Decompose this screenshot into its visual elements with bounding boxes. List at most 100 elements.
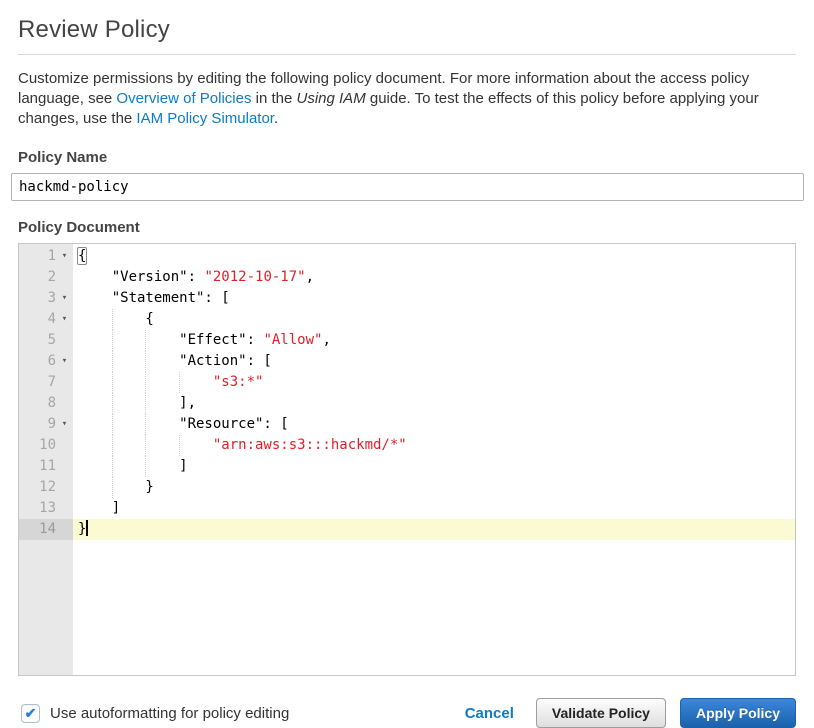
- gutter-row: 8: [19, 393, 73, 414]
- header-divider: [18, 54, 796, 55]
- editor-line[interactable]: ]: [73, 498, 795, 519]
- autoformat-option: ✔ Use autoformatting for policy editing: [21, 704, 289, 723]
- code-token: {: [78, 311, 154, 327]
- review-policy-page: Review Policy Customize permissions by e…: [0, 0, 814, 728]
- line-number: 6: [19, 351, 56, 372]
- editor-line[interactable]: ]: [73, 456, 795, 477]
- editor-gutter: 1▾23▾4▾56▾789▾1011121314: [19, 244, 73, 675]
- indent-guide: [112, 414, 113, 435]
- code-token: "Resource": [: [78, 416, 289, 432]
- indent-guide: [112, 393, 113, 414]
- code-token: ]: [78, 500, 120, 516]
- editor-line[interactable]: "s3:*": [73, 372, 795, 393]
- footer-bar: ✔ Use autoformatting for policy editing …: [18, 698, 796, 728]
- code-token: "Statement": [: [78, 290, 230, 306]
- indent-guide: [179, 372, 180, 393]
- indent-guide: [112, 456, 113, 477]
- code-token: "Effect":: [78, 332, 263, 348]
- fold-arrow-icon[interactable]: ▾: [56, 309, 73, 330]
- policy-name-input[interactable]: [11, 173, 804, 201]
- line-number: 7: [19, 372, 56, 393]
- iam-policy-simulator-link[interactable]: IAM Policy Simulator: [136, 110, 274, 127]
- gutter-row: 14: [19, 519, 73, 540]
- intro-text-part4: .: [274, 110, 278, 127]
- indent-guide: [145, 435, 146, 456]
- editor-line[interactable]: "Version": "2012-10-17",: [73, 267, 795, 288]
- string-token: "arn:aws:s3:::hackmd/*": [213, 437, 407, 453]
- indent-guide: [145, 351, 146, 372]
- code-token: ]: [78, 458, 188, 474]
- gutter-row: 7: [19, 372, 73, 393]
- validate-policy-button[interactable]: Validate Policy: [536, 698, 666, 728]
- indent-guide: [112, 309, 113, 330]
- gutter-row: 6▾: [19, 351, 73, 372]
- editor-line[interactable]: ],: [73, 393, 795, 414]
- line-number: 9: [19, 414, 56, 435]
- code-token: }: [78, 521, 86, 537]
- overview-of-policies-link[interactable]: Overview of Policies: [116, 90, 251, 107]
- code-token: "Version":: [78, 269, 204, 285]
- editor-line[interactable]: "Effect": "Allow",: [73, 330, 795, 351]
- gutter-row: 1▾: [19, 246, 73, 267]
- indent-guide: [145, 414, 146, 435]
- indent-guide: [112, 477, 113, 498]
- apply-policy-button[interactable]: Apply Policy: [680, 698, 796, 728]
- indent-guide: [145, 372, 146, 393]
- fold-arrow-icon[interactable]: ▾: [56, 246, 73, 267]
- page-title: Review Policy: [18, 16, 796, 44]
- editor-line[interactable]: "arn:aws:s3:::hackmd/*": [73, 435, 795, 456]
- line-number: 4: [19, 309, 56, 330]
- line-number: 1: [19, 246, 56, 267]
- matched-bracket: {: [78, 248, 86, 264]
- policy-document-editor[interactable]: 1▾23▾4▾56▾789▾1011121314 { "Version": "2…: [18, 243, 796, 676]
- string-token: "2012-10-17": [204, 269, 305, 285]
- line-number: 11: [19, 456, 56, 477]
- editor-line[interactable]: "Statement": [: [73, 288, 795, 309]
- code-token: "Action": [: [78, 353, 272, 369]
- line-number: 12: [19, 477, 56, 498]
- line-number: 5: [19, 330, 56, 351]
- footer-actions: Cancel Validate Policy Apply Policy: [465, 698, 796, 728]
- text-cursor: [86, 520, 88, 536]
- line-number: 2: [19, 267, 56, 288]
- gutter-row: 12: [19, 477, 73, 498]
- indent-guide: [145, 330, 146, 351]
- fold-arrow-icon[interactable]: ▾: [56, 288, 73, 309]
- code-token: }: [78, 479, 154, 495]
- editor-line[interactable]: {: [73, 246, 795, 267]
- line-number: 14: [19, 519, 56, 540]
- fold-arrow-icon[interactable]: ▾: [56, 414, 73, 435]
- code-token: ,: [322, 332, 330, 348]
- using-iam-guide-name: Using IAM: [297, 90, 366, 107]
- indent-guide: [112, 435, 113, 456]
- intro-text-part2: in the: [251, 90, 296, 107]
- string-token: "s3:*": [213, 374, 264, 390]
- line-number: 3: [19, 288, 56, 309]
- editor-line[interactable]: }: [73, 477, 795, 498]
- gutter-row: 9▾: [19, 414, 73, 435]
- gutter-row: 5: [19, 330, 73, 351]
- gutter-row: 3▾: [19, 288, 73, 309]
- policy-document-label: Policy Document: [18, 219, 796, 236]
- indent-guide: [179, 435, 180, 456]
- editor-line[interactable]: "Resource": [: [73, 414, 795, 435]
- line-number: 13: [19, 498, 56, 519]
- indent-guide: [145, 456, 146, 477]
- editor-code-area[interactable]: { "Version": "2012-10-17", "Statement": …: [73, 244, 795, 675]
- intro-text: Customize permissions by editing the fol…: [18, 69, 796, 129]
- indent-guide: [145, 393, 146, 414]
- indent-guide: [112, 372, 113, 393]
- autoformat-checkbox[interactable]: ✔: [21, 704, 40, 723]
- fold-arrow-icon[interactable]: ▾: [56, 351, 73, 372]
- string-token: "Allow": [263, 332, 322, 348]
- gutter-row: 11: [19, 456, 73, 477]
- editor-line[interactable]: }: [73, 519, 795, 540]
- indent-guide: [112, 351, 113, 372]
- code-token: ],: [78, 395, 196, 411]
- editor-line[interactable]: "Action": [: [73, 351, 795, 372]
- gutter-row: 2: [19, 267, 73, 288]
- line-number: 8: [19, 393, 56, 414]
- editor-line[interactable]: {: [73, 309, 795, 330]
- indent-guide: [112, 330, 113, 351]
- gutter-row: 4▾: [19, 309, 73, 330]
